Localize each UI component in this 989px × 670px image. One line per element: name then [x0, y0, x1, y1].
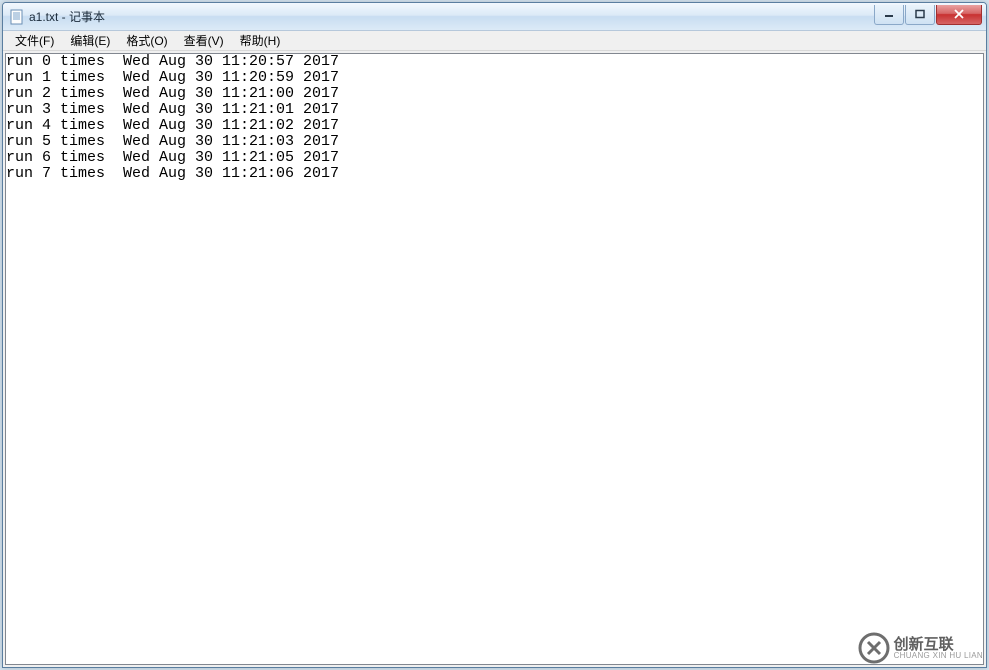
- text-line: run 7 times Wed Aug 30 11:21:06 2017: [6, 166, 983, 182]
- window-controls: [873, 5, 982, 25]
- text-line: run 2 times Wed Aug 30 11:21:00 2017: [6, 86, 983, 102]
- text-area[interactable]: run 0 times Wed Aug 30 11:20:57 2017run …: [5, 53, 984, 665]
- menu-help[interactable]: 帮助(H): [232, 30, 289, 51]
- maximize-button[interactable]: [905, 5, 935, 25]
- menu-edit[interactable]: 编辑(E): [62, 30, 118, 51]
- text-line: run 4 times Wed Aug 30 11:21:02 2017: [6, 118, 983, 134]
- menu-format[interactable]: 格式(O): [118, 30, 175, 51]
- notepad-icon: [9, 9, 25, 25]
- window-title: a1.txt - 记事本: [29, 8, 873, 25]
- titlebar[interactable]: a1.txt - 记事本: [3, 3, 986, 31]
- content-wrap: run 0 times Wed Aug 30 11:20:57 2017run …: [3, 51, 986, 667]
- menubar: 文件(F) 编辑(E) 格式(O) 查看(V) 帮助(H): [3, 31, 986, 51]
- text-line: run 1 times Wed Aug 30 11:20:59 2017: [6, 70, 983, 86]
- text-line: run 6 times Wed Aug 30 11:21:05 2017: [6, 150, 983, 166]
- menu-view[interactable]: 查看(V): [176, 30, 232, 51]
- text-line: run 3 times Wed Aug 30 11:21:01 2017: [6, 102, 983, 118]
- text-line: run 5 times Wed Aug 30 11:21:03 2017: [6, 134, 983, 150]
- minimize-button[interactable]: [874, 5, 904, 25]
- menu-file[interactable]: 文件(F): [7, 30, 62, 51]
- text-line: run 0 times Wed Aug 30 11:20:57 2017: [6, 54, 983, 70]
- close-button[interactable]: [936, 5, 982, 25]
- notepad-window: a1.txt - 记事本 文件(F) 编辑(E) 格式(O) 查看(V) 帮助(…: [2, 2, 987, 668]
